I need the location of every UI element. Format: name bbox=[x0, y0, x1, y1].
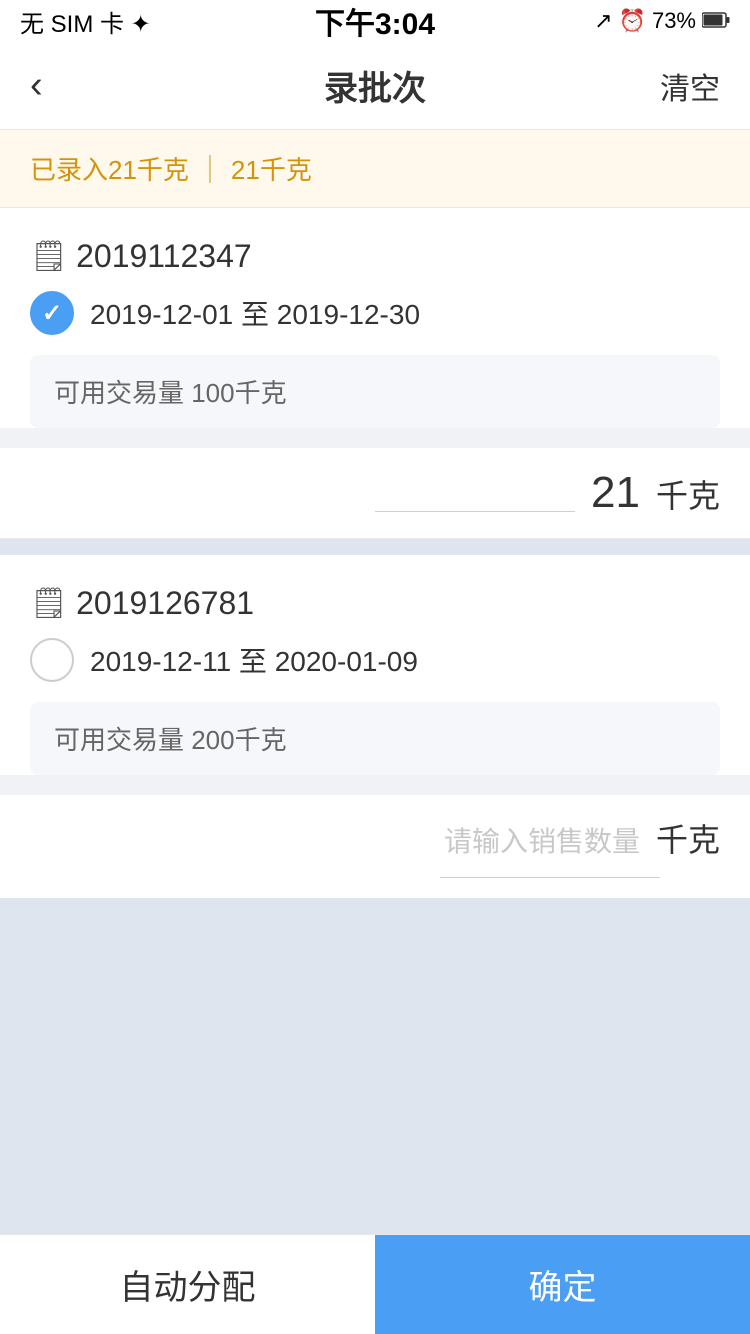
section-divider bbox=[0, 539, 750, 555]
batch1-amount-value: 21 bbox=[591, 468, 640, 518]
confirm-button[interactable]: 确定 bbox=[375, 1235, 750, 1334]
clear-button[interactable]: 清空 bbox=[660, 64, 720, 108]
input-underline bbox=[440, 877, 660, 878]
batch1-date-row: 2019-12-01 至 2019-12-30 bbox=[30, 291, 720, 335]
batch2-header: 🗒 2019126781 bbox=[30, 585, 720, 622]
page-title: 录批次 bbox=[324, 61, 426, 110]
batch2-id-icon: 🗒 bbox=[30, 586, 68, 621]
recorded-value: 21千克 bbox=[231, 150, 312, 187]
back-button[interactable]: ‹ bbox=[30, 64, 43, 107]
batch2-id: 2019126781 bbox=[76, 585, 254, 622]
status-left: 无 SIM 卡 ✦ bbox=[20, 4, 151, 39]
location-icon: ↗ bbox=[594, 8, 612, 34]
auto-distribute-button[interactable]: 自动分配 bbox=[0, 1235, 375, 1334]
batch1-header: 🗒 2019112347 bbox=[30, 238, 720, 275]
banner-divider bbox=[209, 155, 211, 183]
batch1-radio[interactable] bbox=[30, 291, 74, 335]
batch2-date-row: 2019-12-11 至 2020-01-09 bbox=[30, 638, 720, 682]
status-bar: 无 SIM 卡 ✦ 下午3:04 ↗ ⏰ 73% bbox=[0, 0, 750, 42]
info-banner: 已录入21千克 21千克 bbox=[0, 130, 750, 208]
batch-card-1: 🗒 2019112347 2019-12-01 至 2019-12-30 可用交… bbox=[0, 208, 750, 428]
batch2-qty-input[interactable] bbox=[197, 821, 640, 860]
nav-bar: ‹ 录批次 清空 bbox=[0, 42, 750, 130]
amount-underline bbox=[375, 511, 575, 512]
batch2-date: 2019-12-11 至 2020-01-09 bbox=[90, 640, 418, 680]
batch1-id-icon: 🗒 bbox=[30, 239, 68, 274]
batch1-date: 2019-12-01 至 2019-12-30 bbox=[90, 293, 420, 333]
batch1-amount-row: 21 千克 bbox=[0, 448, 750, 539]
batch2-input-section: 千克 bbox=[0, 795, 750, 898]
alarm-icon: ⏰ bbox=[619, 8, 646, 34]
recorded-label: 已录入21千克 bbox=[30, 150, 189, 187]
battery-text: 73% bbox=[652, 8, 696, 34]
sim-text: 无 SIM 卡 ✦ bbox=[20, 4, 151, 39]
bottom-bar: 自动分配 确定 bbox=[0, 1234, 750, 1334]
batch1-available: 可用交易量 100千克 bbox=[30, 355, 720, 428]
batch2-unit: 千克 bbox=[656, 815, 720, 861]
batch-card-2: 🗒 2019126781 2019-12-11 至 2020-01-09 可用交… bbox=[0, 555, 750, 775]
status-right: ↗ ⏰ 73% bbox=[594, 8, 730, 34]
battery-icon bbox=[702, 8, 730, 34]
status-time: 下午3:04 bbox=[315, 0, 435, 43]
batch1-id: 2019112347 bbox=[76, 238, 252, 275]
batch2-available: 可用交易量 200千克 bbox=[30, 702, 720, 775]
batch2-radio[interactable] bbox=[30, 638, 74, 682]
batch1-amount-unit: 千克 bbox=[656, 471, 720, 517]
